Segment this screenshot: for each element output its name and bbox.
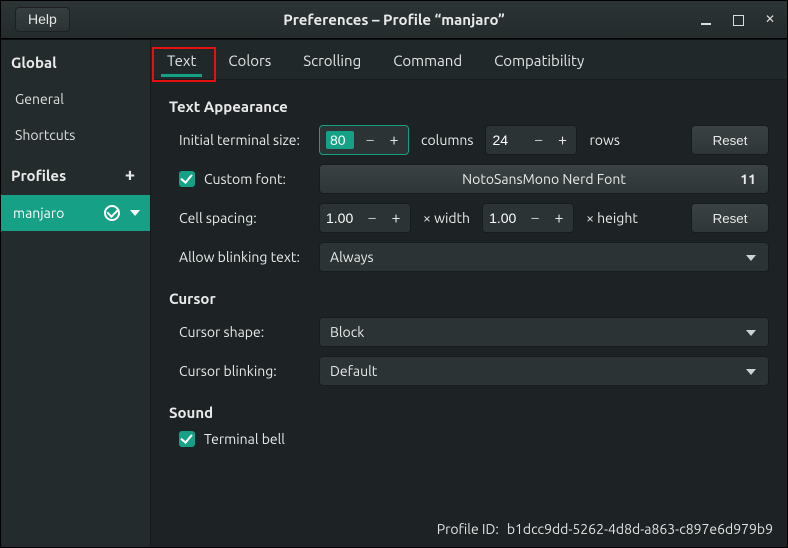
sidebar-header-global: Global (1, 42, 150, 81)
label-cell-spacing: Cell spacing: (169, 210, 319, 226)
profile-name: manjaro (13, 205, 104, 221)
cursor-shape-value: Block (330, 324, 364, 340)
label-initial-size: Initial terminal size: (169, 132, 319, 148)
tab-command[interactable]: Command (377, 42, 478, 79)
rows-plus[interactable]: + (554, 132, 570, 148)
rows-stepper[interactable]: − + (485, 125, 577, 155)
reset-spacing-button[interactable]: Reset (691, 203, 769, 233)
columns-minus[interactable]: − (362, 132, 378, 148)
sidebar-item-general[interactable]: General (1, 81, 150, 117)
cell-height-input[interactable] (489, 210, 519, 226)
cell-height-stepper[interactable]: − + (482, 203, 574, 233)
cursor-blinking-select[interactable]: Default (319, 356, 769, 386)
columns-input[interactable] (326, 131, 354, 149)
section-cursor: Cursor (169, 290, 769, 307)
profiles-label: Profiles (11, 167, 66, 184)
reset-size-button[interactable]: Reset (691, 125, 769, 155)
maximize-icon[interactable] (731, 13, 745, 27)
font-size: 11 (740, 171, 756, 187)
cell-height-minus[interactable]: − (527, 210, 543, 226)
font-name: NotoSansMono Nerd Font (462, 171, 626, 187)
blinking-text-value: Always (330, 249, 374, 265)
font-chooser-button[interactable]: NotoSansMono Nerd Font 11 (319, 164, 769, 194)
add-profile-button[interactable]: + (120, 165, 140, 185)
sidebar-header-profiles: Profiles + (1, 153, 150, 195)
blinking-text-select[interactable]: Always (319, 242, 769, 272)
cell-width-minus[interactable]: − (364, 210, 380, 226)
sidebar-profile-manjaro[interactable]: manjaro (1, 195, 150, 231)
label-custom-font: Custom font: (204, 171, 319, 187)
cell-width-input[interactable] (326, 210, 356, 226)
cursor-shape-select[interactable]: Block (319, 317, 769, 347)
default-profile-icon[interactable] (104, 205, 120, 221)
columns-stepper[interactable]: − + (319, 125, 409, 155)
label-rows: rows (589, 132, 619, 148)
label-height: × height (586, 210, 638, 226)
cell-width-stepper[interactable]: − + (319, 203, 411, 233)
label-blinking-text: Allow blinking text: (169, 249, 319, 265)
profile-menu-icon[interactable] (130, 210, 140, 216)
close-icon[interactable] (763, 13, 777, 27)
profile-id-value: b1dcc9dd-5262-4d8d-a863-c897e6d979b9 (507, 521, 773, 537)
tab-bar: Text Colors Scrolling Command Compatibil… (151, 40, 787, 80)
minimize-icon[interactable] (699, 13, 713, 27)
label-columns: columns (421, 132, 473, 148)
profile-id-footer: Profile ID: b1dcc9dd-5262-4d8d-a863-c897… (169, 521, 773, 537)
section-text-appearance: Text Appearance (169, 98, 769, 115)
tab-text[interactable]: Text (151, 42, 212, 79)
label-width: × width (423, 210, 470, 226)
cell-width-plus[interactable]: + (388, 210, 404, 226)
help-button[interactable]: Help (15, 7, 70, 32)
tab-colors[interactable]: Colors (212, 42, 287, 79)
cell-height-plus[interactable]: + (551, 210, 567, 226)
sidebar-item-shortcuts[interactable]: Shortcuts (1, 117, 150, 153)
rows-input[interactable] (492, 132, 522, 148)
section-sound: Sound (169, 404, 769, 421)
label-terminal-bell: Terminal bell (204, 431, 285, 447)
terminal-bell-checkbox[interactable] (179, 431, 195, 447)
label-cursor-shape: Cursor shape: (169, 324, 319, 340)
rows-minus[interactable]: − (530, 132, 546, 148)
columns-plus[interactable]: + (386, 132, 402, 148)
custom-font-checkbox[interactable] (179, 171, 195, 187)
profile-id-label: Profile ID: (437, 521, 499, 537)
tab-compatibility[interactable]: Compatibility (478, 42, 600, 79)
titlebar: Help Preferences – Profile “manjaro” (1, 1, 787, 39)
tab-scrolling[interactable]: Scrolling (287, 42, 377, 79)
label-cursor-blinking: Cursor blinking: (169, 363, 319, 379)
sidebar: Global General Shortcuts Profiles + manj… (1, 40, 151, 547)
cursor-blinking-value: Default (330, 363, 377, 379)
window-title: Preferences – Profile “manjaro” (1, 11, 787, 28)
